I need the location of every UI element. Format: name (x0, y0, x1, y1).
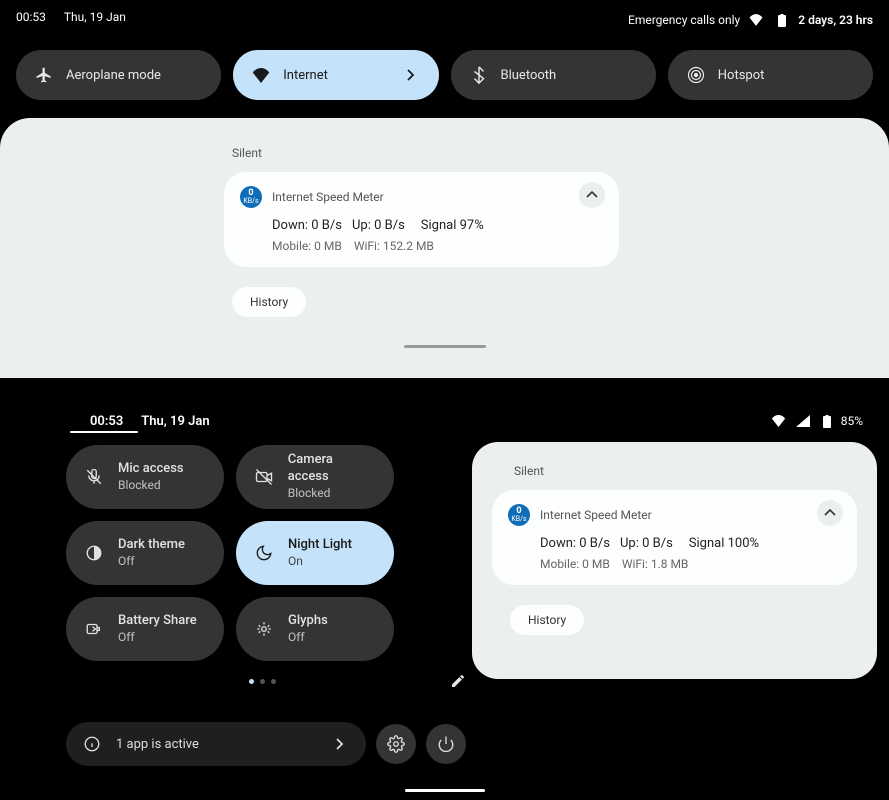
tile-sub: Blocked (118, 478, 184, 494)
wifi-icon (746, 10, 766, 30)
tile-sub: Off (118, 630, 197, 646)
edit-tiles-button[interactable] (450, 673, 466, 689)
notification-app-name: Internet Speed Meter (540, 508, 652, 522)
notification-title: Down: 0 B/sUp: 0 B/sSignal 100% (540, 536, 841, 551)
notification-subtitle: Mobile: 0 MBWiFi: 152.2 MB (272, 239, 603, 253)
drag-handle[interactable] (404, 345, 486, 348)
tile-title: Glyphs (288, 613, 328, 630)
tile-sub: On (288, 554, 352, 570)
battery-remaining-text: 2 days, 23 hrs (798, 13, 873, 27)
clock: 00:53 (90, 414, 123, 429)
app-icon-internet-speed-meter: 0KB/s (240, 186, 262, 208)
mic-off-icon (84, 467, 104, 487)
page-dot[interactable] (249, 679, 254, 684)
aeroplane-mode-tile[interactable]: Aeroplane mode (16, 50, 221, 100)
hotspot-tile[interactable]: Hotspot (668, 50, 873, 100)
notification-section-silent: Silent (232, 146, 889, 160)
glyphs-tile[interactable]: GlyphsOff (236, 597, 394, 661)
chevron-right-icon (330, 734, 350, 754)
signal-icon (793, 411, 813, 431)
notification-title: Down: 0 B/sUp: 0 B/sSignal 97% (272, 218, 603, 233)
battery-percent: 85% (841, 414, 863, 428)
date: Thu, 19 Jan (64, 10, 126, 30)
status-bar-bottom: 00:53 Thu, 19 Jan 85% (0, 403, 889, 445)
page-indicator (32, 679, 492, 684)
collapse-button[interactable] (579, 182, 605, 208)
info-icon (82, 734, 102, 754)
notification-card[interactable]: 0KB/s Internet Speed Meter Down: 0 B/sUp… (224, 172, 619, 267)
tile-title: Dark theme (118, 537, 185, 554)
battery-share-icon (84, 619, 104, 639)
battery-share-tile[interactable]: Battery ShareOff (66, 597, 224, 661)
tile-label: Aeroplane mode (66, 68, 161, 83)
quick-settings-row: Aeroplane mode Internet Bluetooth Hots (0, 40, 889, 118)
gesture-nav-bar[interactable] (405, 789, 485, 792)
notification-section-silent: Silent (514, 464, 861, 478)
active-apps-label: 1 app is active (116, 737, 199, 752)
notification-app-name: Internet Speed Meter (272, 190, 384, 204)
moon-icon (254, 543, 274, 563)
notification-subtitle: Mobile: 0 MBWiFi: 1.8 MB (540, 557, 841, 571)
camera-access-tile[interactable]: Camera accessBlocked (236, 445, 394, 509)
tile-label: Bluetooth (501, 68, 557, 83)
tile-title: Mic access (118, 461, 184, 478)
page-dot[interactable] (271, 679, 276, 684)
aeroplane-icon (34, 65, 54, 85)
bluetooth-icon (469, 65, 489, 85)
tile-title: Night Light (288, 537, 352, 554)
internet-tile[interactable]: Internet (233, 50, 438, 100)
glyphs-icon (254, 619, 274, 639)
app-icon-internet-speed-meter: 0KB/s (508, 504, 530, 526)
wifi-icon (251, 65, 271, 85)
dark-theme-tile[interactable]: Dark themeOff (66, 521, 224, 585)
tile-sub: Off (288, 630, 328, 646)
wifi-icon (769, 411, 789, 431)
active-indicator (70, 431, 138, 433)
notification-shade-right: Silent 0KB/s Internet Speed Meter Down: … (472, 442, 877, 679)
tile-label: Hotspot (718, 68, 765, 83)
history-button[interactable]: History (510, 605, 584, 635)
bluetooth-tile[interactable]: Bluetooth (451, 50, 656, 100)
history-button[interactable]: History (232, 287, 306, 317)
night-light-tile[interactable]: Night LightOn (236, 521, 394, 585)
clock: 00:53 (16, 10, 46, 30)
emergency-text: Emergency calls only (628, 13, 740, 27)
dark-theme-icon (84, 543, 104, 563)
notification-shade-top: Silent 0KB/s Internet Speed Meter Down: … (0, 118, 889, 378)
hotspot-icon (686, 65, 706, 85)
tile-sub: Blocked (288, 486, 376, 502)
status-bar-top: 00:53 Thu, 19 Jan Emergency calls only 2… (0, 0, 889, 40)
mic-access-tile[interactable]: Mic accessBlocked (66, 445, 224, 509)
chevron-right-icon (401, 65, 421, 85)
tile-title: Camera access (288, 452, 376, 486)
quick-settings-grid: Mic accessBlocked Camera accessBlocked D… (0, 445, 460, 661)
tile-label: Internet (283, 68, 328, 83)
tile-title: Battery Share (118, 613, 197, 630)
camera-off-icon (254, 467, 274, 487)
power-button[interactable] (426, 724, 466, 764)
page-dot[interactable] (260, 679, 265, 684)
battery-icon (772, 10, 792, 30)
battery-icon (817, 411, 837, 431)
active-apps-button[interactable]: 1 app is active (66, 722, 366, 766)
notification-card[interactable]: 0KB/s Internet Speed Meter Down: 0 B/sUp… (492, 490, 857, 585)
collapse-button[interactable] (817, 500, 843, 526)
settings-button[interactable] (376, 724, 416, 764)
tile-sub: Off (118, 554, 185, 570)
date: Thu, 19 Jan (141, 414, 209, 429)
